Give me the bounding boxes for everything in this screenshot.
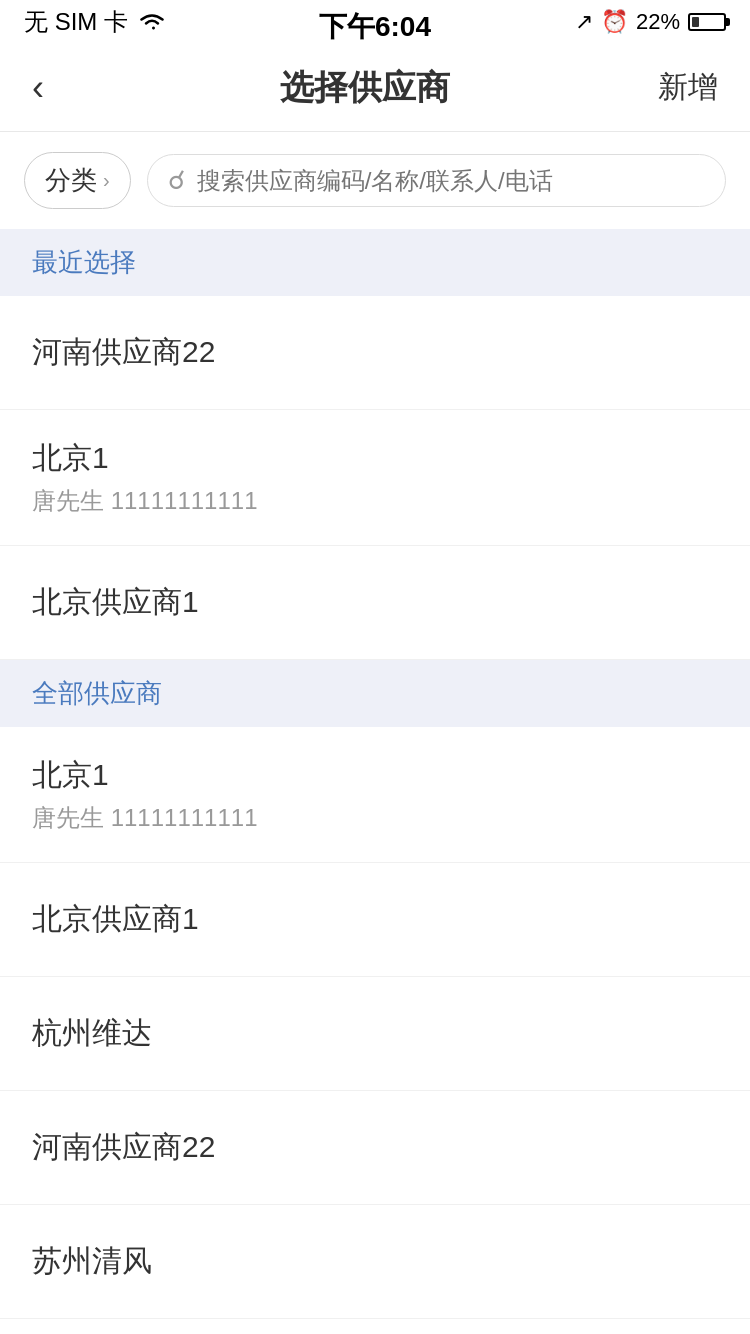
- item-name: 苏州清风: [32, 1241, 718, 1282]
- alarm-icon: ⏰: [601, 9, 628, 35]
- page-title: 选择供应商: [280, 65, 450, 111]
- item-name: 北京1: [32, 438, 718, 479]
- chevron-right-icon: ›: [103, 169, 110, 192]
- battery-percent: 22%: [636, 9, 680, 35]
- item-name: 北京供应商1: [32, 582, 718, 623]
- list-item[interactable]: 北京1 唐先生 11111111111: [0, 410, 750, 546]
- item-name: 河南供应商22: [32, 332, 718, 373]
- search-box[interactable]: ☌: [147, 154, 726, 207]
- list-item[interactable]: 北京供应商1: [0, 546, 750, 660]
- category-button[interactable]: 分类 ›: [24, 152, 131, 209]
- item-name: 北京1: [32, 755, 718, 796]
- recent-section-label: 最近选择: [32, 247, 136, 277]
- list-item[interactable]: 杭州维达: [0, 977, 750, 1091]
- all-section-label: 全部供应商: [32, 678, 162, 708]
- list-item[interactable]: 河南供应商22: [0, 1091, 750, 1205]
- search-area: 分类 › ☌: [0, 132, 750, 229]
- search-input[interactable]: [197, 167, 705, 195]
- list-item[interactable]: 北京供应商1: [0, 863, 750, 977]
- all-items-list: 北京1 唐先生 11111111111 北京供应商1 杭州维达河南供应商22 苏州清风: [0, 727, 750, 1319]
- item-name: 河南供应商22: [32, 1127, 718, 1168]
- search-icon: ☌: [168, 165, 185, 196]
- nav-bar: ‹ 选择供应商 新增: [0, 44, 750, 132]
- recent-items-list: 河南供应商22 北京1 唐先生 11111111111 北京供应商1: [0, 296, 750, 660]
- item-sub: 唐先生 11111111111: [32, 802, 718, 834]
- battery-icon: [688, 13, 726, 31]
- item-name: 杭州维达: [32, 1013, 718, 1054]
- add-button[interactable]: 新增: [638, 67, 718, 108]
- location-icon: ↗: [575, 9, 593, 35]
- list-item[interactable]: 河南供应商22: [0, 296, 750, 410]
- item-name: 北京供应商1: [32, 899, 718, 940]
- item-sub: 唐先生 11111111111: [32, 485, 718, 517]
- list-item[interactable]: 苏州清风: [0, 1205, 750, 1319]
- status-bar: 无 SIM 卡 下午6:04 ↗ ⏰ 22%: [0, 0, 750, 44]
- status-time: 下午6:04: [319, 8, 431, 46]
- back-button[interactable]: ‹: [32, 67, 92, 109]
- list-item[interactable]: 北京1 唐先生 11111111111: [0, 727, 750, 863]
- wifi-icon: [138, 12, 166, 32]
- status-left: 无 SIM 卡: [24, 6, 166, 38]
- category-label: 分类: [45, 163, 97, 198]
- status-right: ↗ ⏰ 22%: [575, 9, 726, 35]
- all-section-header: 全部供应商: [0, 660, 750, 727]
- sim-status: 无 SIM 卡: [24, 6, 128, 38]
- recent-section-header: 最近选择: [0, 229, 750, 296]
